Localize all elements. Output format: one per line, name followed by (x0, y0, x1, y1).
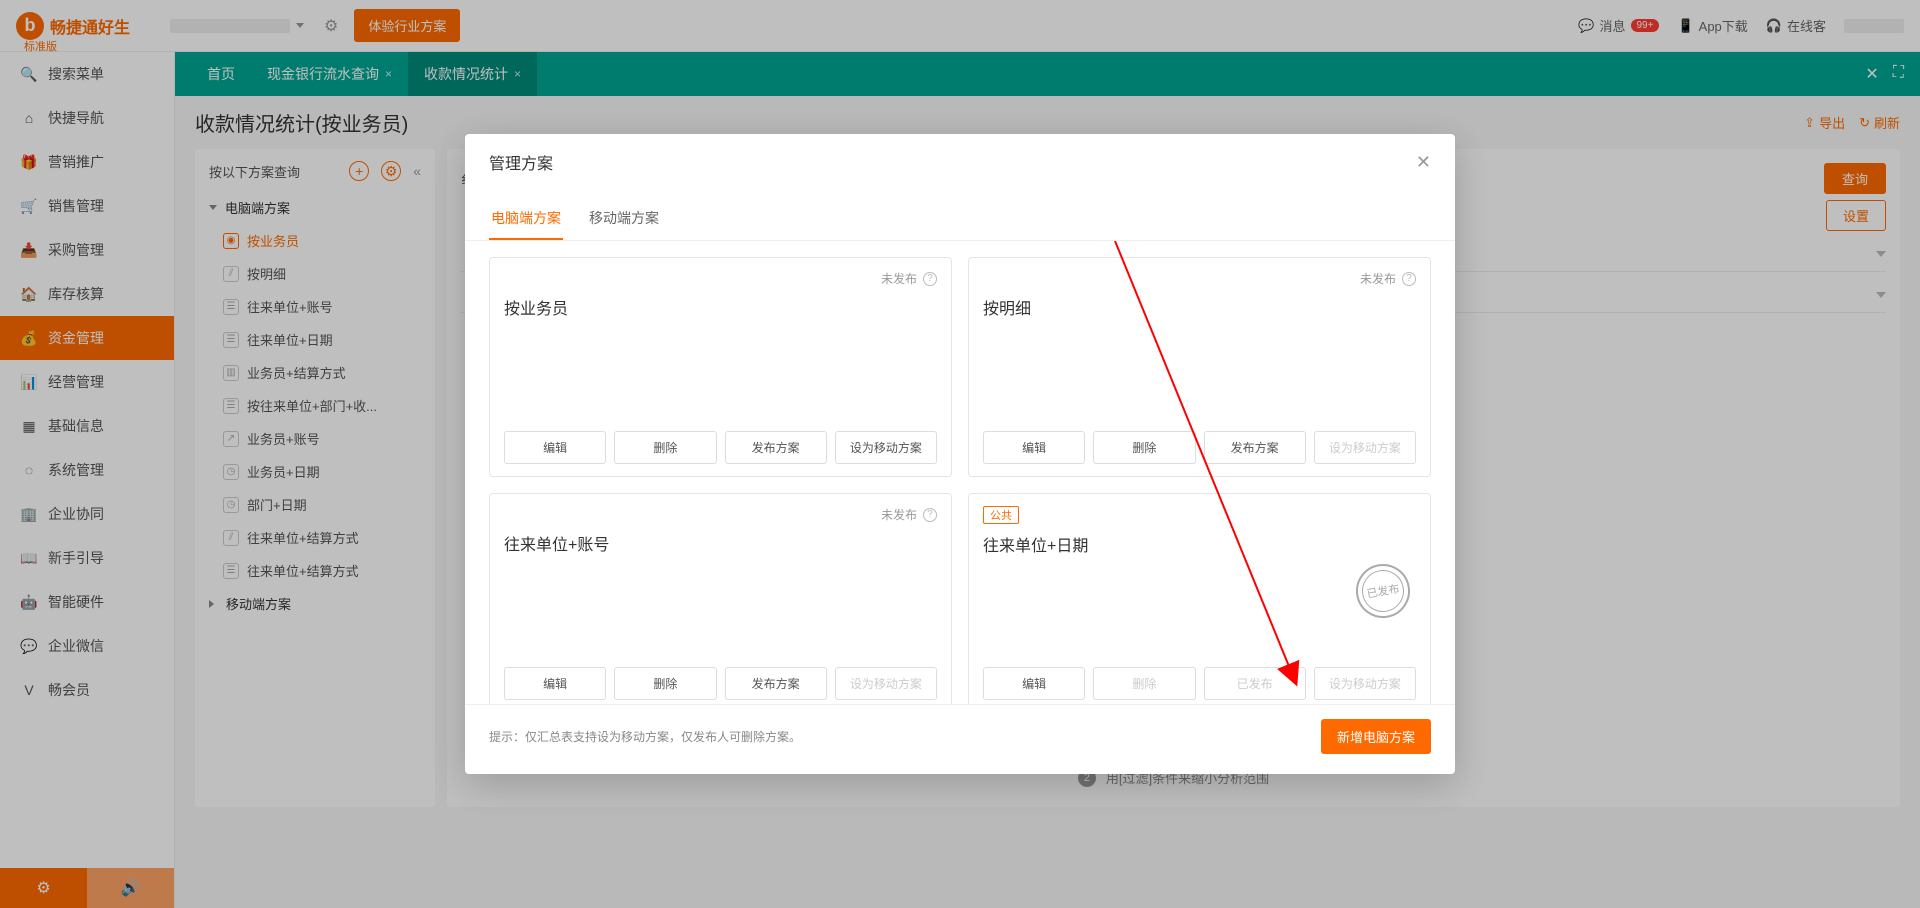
scheme-card-title: 按明细 (983, 295, 1416, 319)
status-badge: 未发布 (1360, 270, 1396, 287)
modal-tab-desktop[interactable]: 电脑端方案 (489, 198, 563, 240)
modal-overlay: 管理方案 ✕ 电脑端方案 移动端方案 未发布? 按业务员 编辑 删除 发布方案 … (0, 0, 1920, 908)
set-mobile-button: 设为移动方案 (1314, 667, 1416, 700)
edit-button[interactable]: 编辑 (504, 431, 606, 464)
scheme-card-title: 按业务员 (504, 295, 937, 319)
modal-tab-mobile[interactable]: 移动端方案 (587, 198, 661, 240)
scheme-card: 未发布? 往来单位+账号 编辑 删除 发布方案 设为移动方案 (489, 493, 952, 704)
published-stamp: 已发布 (1352, 560, 1415, 623)
edit-button[interactable]: 编辑 (983, 431, 1085, 464)
publish-button[interactable]: 发布方案 (725, 667, 827, 700)
public-tag: 公共 (983, 506, 1019, 524)
edit-button[interactable]: 编辑 (983, 667, 1085, 700)
modal-body: 未发布? 按业务员 编辑 删除 发布方案 设为移动方案 未发布? 按明细 编辑 (465, 241, 1455, 704)
scheme-card: 未发布? 按明细 编辑 删除 发布方案 设为移动方案 (968, 257, 1431, 477)
help-icon[interactable]: ? (923, 272, 937, 286)
set-mobile-button: 设为移动方案 (1314, 431, 1416, 464)
modal-tabs: 电脑端方案 移动端方案 (465, 190, 1455, 241)
help-icon[interactable]: ? (923, 508, 937, 522)
help-icon[interactable]: ? (1402, 272, 1416, 286)
delete-button: 删除 (1093, 667, 1195, 700)
delete-button[interactable]: 删除 (1093, 431, 1195, 464)
publish-button[interactable]: 发布方案 (1204, 431, 1306, 464)
set-mobile-button[interactable]: 设为移动方案 (835, 431, 937, 464)
published-button: 已发布 (1204, 667, 1306, 700)
status-badge: 未发布 (881, 270, 917, 287)
publish-button[interactable]: 发布方案 (725, 431, 827, 464)
add-desktop-scheme-button[interactable]: 新增电脑方案 (1321, 719, 1431, 754)
close-icon[interactable]: ✕ (1416, 152, 1431, 173)
scheme-card: 公共 往来单位+日期 已发布 编辑 删除 已发布 设为移动方案 (968, 493, 1431, 704)
modal-footer-tip: 提示：仅汇总表支持设为移动方案，仅发布人可删除方案。 (489, 728, 801, 745)
modal-title: 管理方案 (489, 150, 553, 174)
delete-button[interactable]: 删除 (614, 667, 716, 700)
scheme-card: 未发布? 按业务员 编辑 删除 发布方案 设为移动方案 (489, 257, 952, 477)
delete-button[interactable]: 删除 (614, 431, 716, 464)
scheme-card-title: 往来单位+账号 (504, 531, 937, 555)
edit-button[interactable]: 编辑 (504, 667, 606, 700)
status-badge: 未发布 (881, 506, 917, 523)
manage-scheme-modal: 管理方案 ✕ 电脑端方案 移动端方案 未发布? 按业务员 编辑 删除 发布方案 … (465, 134, 1455, 774)
set-mobile-button: 设为移动方案 (835, 667, 937, 700)
scheme-card-title: 往来单位+日期 (983, 532, 1416, 556)
